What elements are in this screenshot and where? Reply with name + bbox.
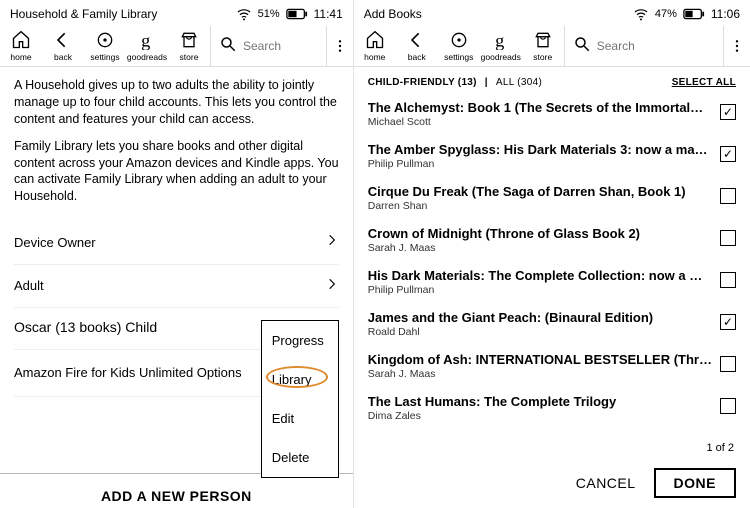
menu-library[interactable]: Library	[262, 360, 338, 399]
search-field[interactable]	[211, 26, 326, 66]
book-row[interactable]: James and the Giant Peach: (Binaural Edi…	[368, 304, 736, 346]
battery-icon	[286, 8, 308, 20]
book-row[interactable]: The Amber Spyglass: His Dark Materials 3…	[368, 136, 736, 178]
search-icon	[219, 35, 237, 58]
child-role: Child	[125, 319, 157, 335]
book-author: Philip Pullman	[368, 158, 712, 170]
add-person-button[interactable]: ADD A NEW PERSON	[0, 473, 353, 508]
book-checkbox[interactable]	[720, 356, 736, 372]
menu-edit[interactable]: Edit	[262, 399, 338, 438]
page-title: Household & Family Library	[10, 7, 236, 21]
book-author: Michael Scott	[368, 116, 712, 128]
settings-button[interactable]: settings	[84, 26, 126, 66]
menu-progress[interactable]: Progress	[262, 321, 338, 360]
book-checkbox[interactable]	[720, 398, 736, 414]
book-row[interactable]: The Last Humans: The Complete TrilogyDim…	[368, 388, 736, 430]
status-bar: Household & Family Library 51% 11:41	[0, 0, 353, 26]
toolbar: home back settings goodreads store	[354, 26, 750, 67]
battery-pct: 51%	[258, 8, 280, 20]
battery-pct: 47%	[655, 8, 677, 20]
intro-para-2: Family Library lets you share books and …	[14, 138, 339, 206]
status-bar: Add Books 47% 11:06	[354, 0, 750, 26]
wifi-icon	[633, 6, 649, 22]
child-name: Oscar (13 books)	[14, 319, 121, 335]
cancel-button[interactable]: CANCEL	[572, 469, 640, 497]
book-title: James and the Giant Peach: (Binaural Edi…	[368, 310, 712, 325]
book-author: Darren Shan	[368, 200, 712, 212]
book-list: The Alchemyst: Book 1 (The Secrets of th…	[368, 94, 736, 440]
book-author: Roald Dahl	[368, 326, 712, 338]
book-title: The Last Humans: The Complete Trilogy	[368, 394, 712, 409]
book-author: Philip Pullman	[368, 284, 712, 296]
book-row[interactable]: The Alchemyst: Book 1 (The Secrets of th…	[368, 94, 736, 136]
book-checkbox[interactable]	[720, 230, 736, 246]
store-button[interactable]: store	[522, 26, 564, 66]
goodreads-button[interactable]: goodreads	[126, 26, 168, 66]
book-title: Cirque Du Freak (The Saga of Darren Shan…	[368, 184, 712, 199]
filter-all[interactable]: ALL (304)	[496, 77, 542, 88]
book-author: Sarah J. Maas	[368, 368, 712, 380]
pane-add-books: Add Books 47% 11:06 home back settings g…	[353, 0, 750, 508]
search-input[interactable]	[243, 39, 318, 53]
clock: 11:41	[314, 7, 343, 21]
book-checkbox[interactable]	[720, 188, 736, 204]
done-button[interactable]: DONE	[654, 468, 736, 498]
book-row[interactable]: Cirque Du Freak (The Saga of Darren Shan…	[368, 178, 736, 220]
chevron-right-icon	[325, 277, 339, 296]
home-button[interactable]: home	[0, 26, 42, 66]
page-title: Add Books	[364, 7, 633, 21]
home-button[interactable]: home	[354, 26, 396, 66]
intro-para-1: A Household gives up to two adults the a…	[14, 77, 339, 128]
store-button[interactable]: store	[168, 26, 210, 66]
chevron-right-icon	[325, 233, 339, 252]
more-button[interactable]	[327, 26, 353, 66]
more-button[interactable]	[724, 26, 750, 66]
search-icon	[573, 35, 591, 58]
book-checkbox[interactable]	[720, 146, 736, 162]
book-title: Kingdom of Ash: INTERNATIONAL BESTSELLER…	[368, 352, 712, 367]
book-checkbox[interactable]	[720, 314, 736, 330]
battery-icon	[683, 8, 705, 20]
back-button[interactable]: back	[396, 26, 438, 66]
book-row[interactable]: His Dark Materials: The Complete Collect…	[368, 262, 736, 304]
search-field[interactable]	[565, 26, 723, 66]
book-title: The Amber Spyglass: His Dark Materials 3…	[368, 142, 712, 157]
book-checkbox[interactable]	[720, 272, 736, 288]
book-row[interactable]: Crown of Midnight (Throne of Glass Book …	[368, 220, 736, 262]
menu-delete[interactable]: Delete	[262, 438, 338, 477]
search-input[interactable]	[597, 39, 715, 53]
goodreads-button[interactable]: goodreads	[480, 26, 522, 66]
back-button[interactable]: back	[42, 26, 84, 66]
book-title: Crown of Midnight (Throne of Glass Book …	[368, 226, 712, 241]
person-menu-popup: Progress Library Edit Delete	[261, 320, 339, 478]
book-title: His Dark Materials: The Complete Collect…	[368, 268, 712, 283]
row-device-owner[interactable]: Device Owner	[14, 221, 339, 265]
book-author: Dima Zales	[368, 410, 712, 422]
row-adult[interactable]: Adult	[14, 265, 339, 309]
select-all-link[interactable]: SELECT ALL	[672, 77, 736, 88]
clock: 11:06	[711, 7, 740, 21]
book-row[interactable]: Kingdom of Ash: INTERNATIONAL BESTSELLER…	[368, 346, 736, 388]
pager: 1 of 2	[368, 440, 736, 462]
filter-child-friendly[interactable]: CHILD-FRIENDLY (13)	[368, 77, 477, 88]
book-title: The Alchemyst: Book 1 (The Secrets of th…	[368, 100, 712, 115]
settings-button[interactable]: settings	[438, 26, 480, 66]
book-checkbox[interactable]	[720, 104, 736, 120]
pane-household: Household & Family Library 51% 11:41 hom…	[0, 0, 353, 508]
toolbar: home back settings goodreads store	[0, 26, 353, 67]
book-author: Sarah J. Maas	[368, 242, 712, 254]
wifi-icon	[236, 6, 252, 22]
